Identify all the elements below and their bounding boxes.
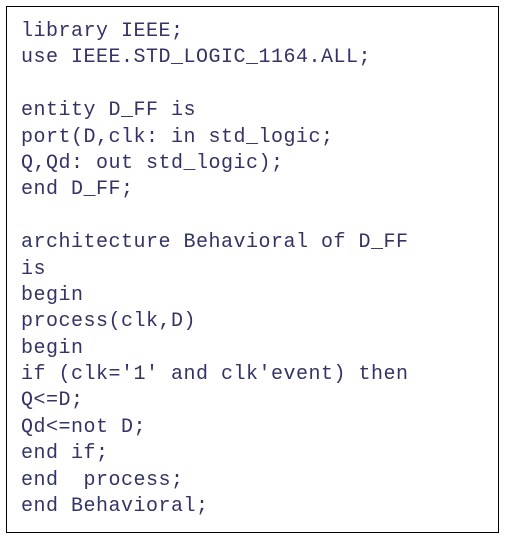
code-line: process(clk,D) [21,310,196,333]
code-line: use IEEE.STD_LOGIC_1164.ALL; [21,46,371,69]
code-line: architecture Behavioral of D_FF [21,231,409,254]
code-line: Q<=D; [21,389,84,412]
code-line: if (clk='1' and clk'event) then [21,363,409,386]
vhdl-code-block: library IEEE; use IEEE.STD_LOGIC_1164.AL… [21,19,484,520]
code-line: Qd<=not D; [21,416,146,439]
code-line: is [21,258,46,281]
code-line: entity D_FF is [21,99,196,122]
code-container: library IEEE; use IEEE.STD_LOGIC_1164.AL… [6,6,499,533]
code-line: library IEEE; [21,20,184,43]
code-line: end D_FF; [21,178,134,201]
code-line: begin [21,337,84,360]
code-line: port(D,clk: in std_logic; [21,126,334,149]
code-line: begin [21,284,84,307]
code-line: end Behavioral; [21,495,209,518]
code-line: end if; [21,442,109,465]
code-line: Q,Qd: out std_logic); [21,152,284,175]
code-line: end process; [21,469,184,492]
